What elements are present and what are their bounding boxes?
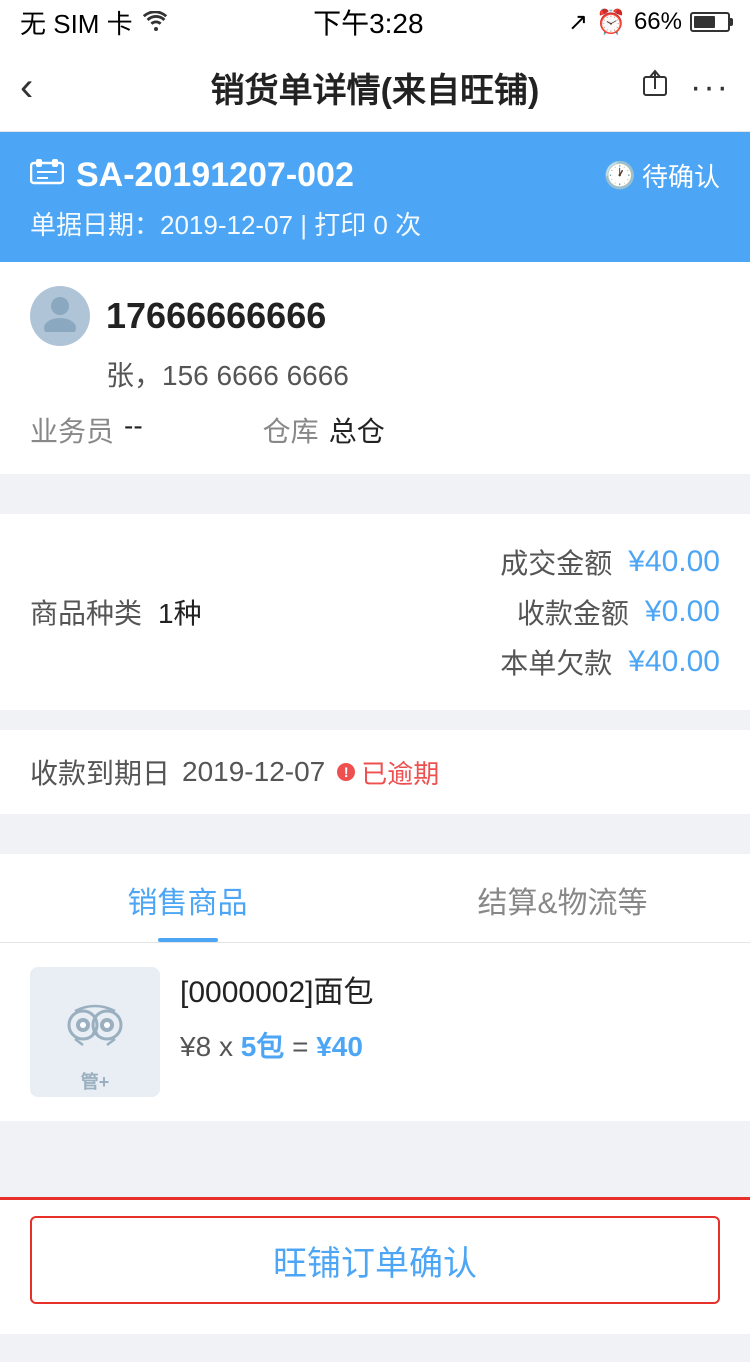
battery-percent: 66% xyxy=(634,8,682,36)
product-types-label: 商品种类 xyxy=(30,592,142,632)
salesperson-value: -- xyxy=(124,410,143,450)
order-icon xyxy=(30,156,64,195)
divider-2 xyxy=(0,710,750,730)
order-header: SA-20191207-002 🕐 待确认 单据日期：2019-12-07 | … xyxy=(0,132,750,262)
total-value: ¥40 xyxy=(316,1031,363,1062)
wifi-icon xyxy=(143,7,169,38)
tab-sales-products[interactable]: 销售商品 xyxy=(0,854,375,942)
order-status: 🕐 待确认 xyxy=(604,157,720,194)
summary-section: 商品种类 1种 成交金额 ¥40.00 收款金额 ¥0.00 本单欠款 ¥40.… xyxy=(0,514,750,710)
customer-meta: 业务员 -- 仓库 总仓 xyxy=(30,410,720,450)
product-info: [0000002]面包 ¥8 x 5包 = ¥40 xyxy=(180,967,720,1097)
bottom-bar: 旺铺订单确认 xyxy=(0,1197,750,1334)
table-row: 管+ [0000002]面包 ¥8 x 5包 = ¥40 xyxy=(0,943,750,1122)
status-left: 无 SIM 卡 xyxy=(20,4,169,41)
more-button[interactable]: ··· xyxy=(690,68,730,107)
due-date-label: 收款到期日 xyxy=(30,752,170,792)
collection-value: ¥0.00 xyxy=(645,595,720,629)
product-list: 管+ [0000002]面包 ¥8 x 5包 = ¥40 xyxy=(0,943,750,1122)
warehouse-value: 总仓 xyxy=(329,410,385,450)
confirm-order-button[interactable]: 旺铺订单确认 xyxy=(30,1216,720,1304)
avatar-icon xyxy=(40,292,80,340)
page-title: 销货单详情(来自旺铺) xyxy=(211,63,540,112)
multiplier-x: x xyxy=(219,1031,233,1062)
status-right: ↗ ⏰ 66% xyxy=(568,8,730,37)
overdue-badge: 已逾期 xyxy=(337,754,439,791)
tab-settlement-logistics[interactable]: 结算&物流等 xyxy=(375,854,750,942)
avatar xyxy=(30,286,90,346)
customer-section: 17666666666 张，156 6666 6666 业务员 -- 仓库 总仓 xyxy=(0,262,750,474)
product-types-value: 1种 xyxy=(158,592,202,632)
summary-right: 成交金额 ¥40.00 收款金额 ¥0.00 本单欠款 ¥40.00 xyxy=(375,542,720,682)
nav-bar: ‹ 销货单详情(来自旺铺) ··· xyxy=(0,44,750,132)
deal-amount-value: ¥40.00 xyxy=(628,545,720,579)
tab-bar: 销售商品 结算&物流等 xyxy=(0,854,750,943)
summary-left: 商品种类 1种 xyxy=(30,542,375,682)
overdue-warning-icon xyxy=(337,763,355,781)
product-brand-text: 管+ xyxy=(50,1068,140,1094)
customer-name: 张，156 6666 6666 xyxy=(30,354,720,394)
location-icon: ↗ xyxy=(568,8,588,37)
due-date-section: 收款到期日 2019-12-07 已逾期 xyxy=(0,730,750,814)
back-button[interactable]: ‹ xyxy=(20,65,53,110)
price-per: ¥8 xyxy=(180,1031,211,1062)
deal-amount-label: 成交金额 xyxy=(500,542,612,582)
product-price: ¥8 x 5包 = ¥40 xyxy=(180,1025,720,1065)
customer-phone: 17666666666 xyxy=(106,295,326,337)
status-bar: 无 SIM 卡 下午3:28 ↗ ⏰ 66% xyxy=(0,0,750,44)
clock-icon: 🕐 xyxy=(604,160,636,191)
share-button[interactable] xyxy=(640,69,670,107)
battery-icon xyxy=(690,12,730,32)
warehouse-label: 仓库 xyxy=(263,410,319,450)
equals-sign: = xyxy=(292,1031,308,1062)
owed-label: 本单欠款 xyxy=(500,642,612,682)
product-image: 管+ xyxy=(30,967,160,1097)
product-logo xyxy=(50,997,140,1064)
qty-value: 5包 xyxy=(241,1031,285,1062)
divider-1 xyxy=(0,494,750,514)
order-id: SA-20191207-002 xyxy=(30,156,354,195)
divider-3 xyxy=(0,834,750,854)
overdue-text: 已逾期 xyxy=(361,754,439,791)
carrier-label: 无 SIM 卡 xyxy=(20,4,133,41)
salesperson-label: 业务员 xyxy=(30,410,114,450)
owed-value: ¥40.00 xyxy=(628,645,720,679)
alarm-icon: ⏰ xyxy=(596,8,626,37)
product-name: [0000002]面包 xyxy=(180,967,720,1011)
due-date-value: 2019-12-07 xyxy=(182,756,325,788)
clock: 下午3:28 xyxy=(313,2,424,42)
collection-label: 收款金额 xyxy=(517,592,629,632)
order-date: 单据日期：2019-12-07 | 打印 0 次 xyxy=(30,205,720,242)
nav-actions: ··· xyxy=(640,68,730,107)
